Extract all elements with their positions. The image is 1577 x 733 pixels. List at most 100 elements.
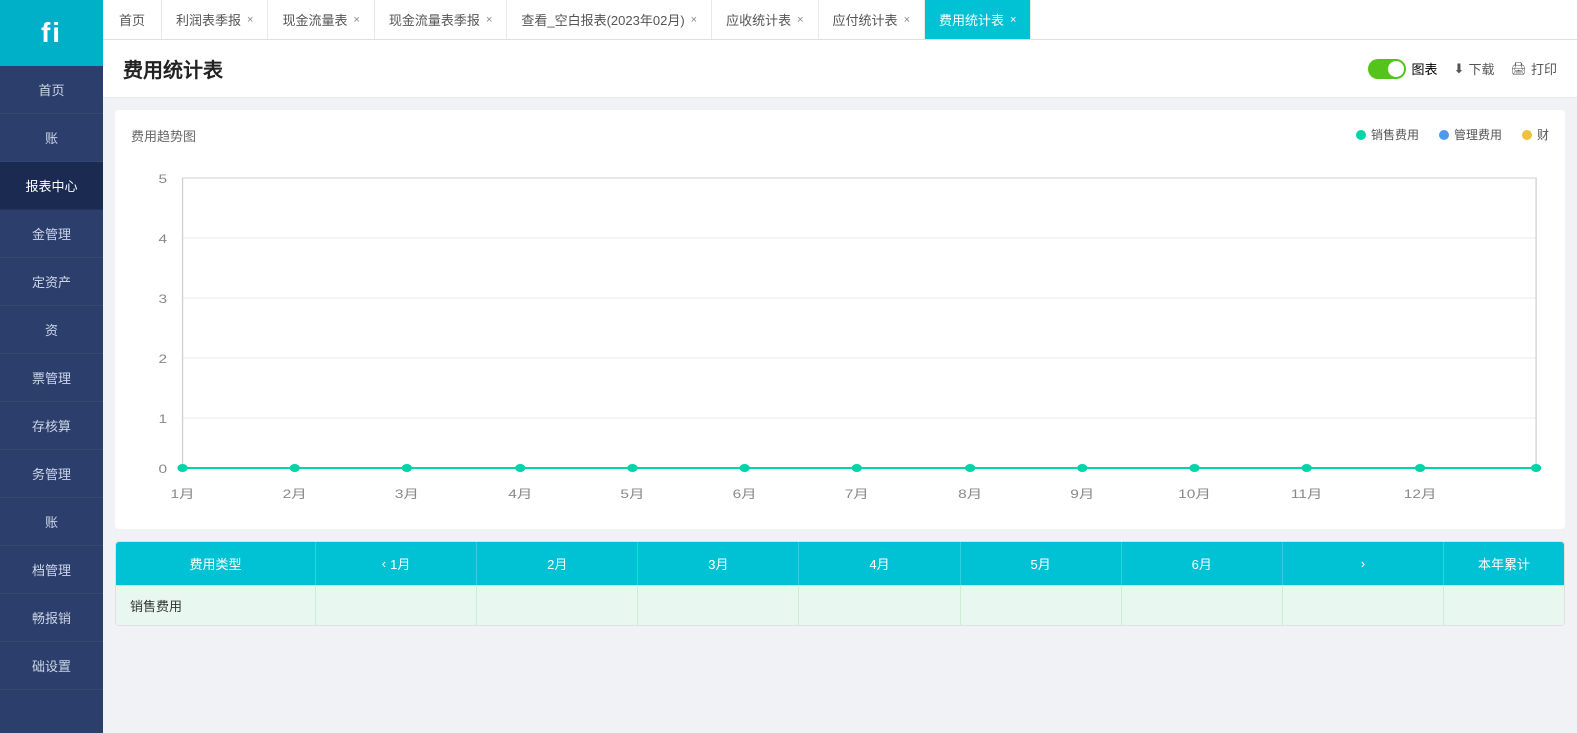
table-cell-m6 bbox=[1122, 586, 1283, 625]
table-cell-m3 bbox=[638, 586, 799, 625]
sidebar-item-expense[interactable]: 畅报销 bbox=[0, 594, 103, 642]
table-cell-m5 bbox=[961, 586, 1122, 625]
table-header-nav-left[interactable]: ‹ 1月 bbox=[316, 542, 477, 585]
table-header-month6: 6月 bbox=[1122, 542, 1283, 585]
svg-text:10月: 10月 bbox=[1178, 487, 1211, 501]
svg-text:1: 1 bbox=[158, 412, 167, 426]
close-tab-blank-report[interactable]: × bbox=[691, 14, 697, 26]
svg-text:5: 5 bbox=[158, 172, 167, 186]
sidebar-item-archive[interactable]: 档管理 bbox=[0, 546, 103, 594]
close-tab-cashflow-quarter[interactable]: × bbox=[486, 14, 492, 26]
legend-dot-finance bbox=[1522, 130, 1532, 140]
tab-receivable[interactable]: 应收统计表 × bbox=[712, 0, 818, 40]
tab-expense-stats[interactable]: 费用统计表 × bbox=[925, 0, 1031, 40]
print-button[interactable]: 🖨 打印 bbox=[1510, 59, 1557, 78]
prev-page-icon[interactable]: ‹ bbox=[382, 556, 386, 571]
svg-text:0: 0 bbox=[158, 462, 167, 476]
page-header: 费用统计表 图表 ⬇ 下载 🖨 打印 bbox=[103, 40, 1577, 98]
sidebar: fi 首页 账 报表中心 金管理 定资产 资 票管理 存核算 务管理 账 档管理… bbox=[0, 0, 103, 733]
close-tab-cashflow[interactable]: × bbox=[353, 14, 359, 26]
main-area: 首页 利润表季报 × 现金流量表 × 现金流量表季报 × 查看_空白报表(202… bbox=[103, 0, 1577, 733]
print-icon: 🖨 bbox=[1510, 61, 1527, 77]
svg-text:4月: 4月 bbox=[508, 487, 532, 501]
svg-text:4: 4 bbox=[158, 232, 167, 246]
svg-text:3月: 3月 bbox=[395, 487, 419, 501]
legend-admin: 管理费用 bbox=[1439, 126, 1502, 143]
chart-toggle[interactable] bbox=[1368, 59, 1406, 79]
sidebar-item-cash[interactable]: 金管理 bbox=[0, 210, 103, 258]
close-tab-payable[interactable]: × bbox=[904, 14, 910, 26]
tab-home[interactable]: 首页 bbox=[103, 0, 162, 40]
chart-legend: 销售费用 管理费用 财 bbox=[1356, 126, 1549, 143]
sidebar-item-assets[interactable]: 定资产 bbox=[0, 258, 103, 306]
header-actions: 图表 ⬇ 下载 🖨 打印 bbox=[1368, 59, 1557, 79]
chart-toggle-label: 图表 bbox=[1412, 59, 1438, 78]
tab-blank-report[interactable]: 查看_空白报表(2023年02月) × bbox=[507, 0, 712, 40]
sidebar-item-account[interactable]: 账 bbox=[0, 114, 103, 162]
svg-text:12月: 12月 bbox=[1404, 487, 1437, 501]
chart-title: 费用趋势图 bbox=[131, 126, 196, 145]
table-header-month5: 5月 bbox=[961, 542, 1122, 585]
legend-finance: 财 bbox=[1522, 126, 1549, 143]
table-header: 费用类型 ‹ 1月 2月 3月 4月 5月 6月 › 本年累计 bbox=[116, 542, 1564, 585]
chart-toggle-wrap: 图表 bbox=[1368, 59, 1438, 79]
table-header-month3: 3月 bbox=[638, 542, 799, 585]
legend-label-sales: 销售费用 bbox=[1371, 126, 1419, 143]
download-icon: ⬇ bbox=[1454, 61, 1465, 77]
sidebar-item-capital[interactable]: 资 bbox=[0, 306, 103, 354]
page-title: 费用统计表 bbox=[123, 54, 223, 83]
table-header-month2: 2月 bbox=[477, 542, 638, 585]
chart-area: 5 4 3 2 1 0 bbox=[131, 153, 1549, 513]
print-label: 打印 bbox=[1531, 59, 1557, 78]
legend-dot-sales bbox=[1356, 130, 1366, 140]
svg-text:2: 2 bbox=[158, 352, 167, 366]
sidebar-item-home[interactable]: 首页 bbox=[0, 66, 103, 114]
svg-text:5月: 5月 bbox=[620, 487, 644, 501]
table-cell-m4 bbox=[799, 586, 960, 625]
data-table-section: 费用类型 ‹ 1月 2月 3月 4月 5月 6月 › 本年累计 销售费用 bbox=[115, 541, 1565, 626]
legend-label-admin: 管理费用 bbox=[1454, 126, 1502, 143]
table-cell-m2 bbox=[477, 586, 638, 625]
sidebar-item-ledger[interactable]: 账 bbox=[0, 498, 103, 546]
next-page-icon[interactable]: › bbox=[1361, 556, 1365, 571]
table-cell-m1 bbox=[316, 586, 477, 625]
table-header-nav-right[interactable]: › bbox=[1283, 542, 1444, 585]
month-1-header: 1月 bbox=[390, 554, 410, 573]
legend-label-finance: 财 bbox=[1537, 126, 1549, 143]
svg-text:7月: 7月 bbox=[845, 487, 869, 501]
table-row-sales: 销售费用 bbox=[116, 585, 1564, 625]
svg-text:11月: 11月 bbox=[1291, 487, 1322, 501]
content-area: 费用统计表 图表 ⬇ 下载 🖨 打印 费用趋势图 bbox=[103, 40, 1577, 733]
sidebar-item-reports[interactable]: 报表中心 bbox=[0, 162, 103, 210]
table-cell-placeholder bbox=[1283, 586, 1444, 625]
close-tab-profit-quarter[interactable]: × bbox=[247, 14, 253, 26]
table-cell-type: 销售费用 bbox=[116, 586, 316, 625]
download-label: 下载 bbox=[1468, 59, 1494, 78]
tab-cashflow-quarter[interactable]: 现金流量表季报 × bbox=[375, 0, 507, 40]
table-header-month4: 4月 bbox=[799, 542, 960, 585]
legend-sales: 销售费用 bbox=[1356, 126, 1419, 143]
table-cell-total bbox=[1444, 586, 1564, 625]
sidebar-item-settings[interactable]: 础设置 bbox=[0, 642, 103, 690]
close-tab-expense-stats[interactable]: × bbox=[1010, 14, 1016, 26]
sidebar-item-inventory[interactable]: 存核算 bbox=[0, 402, 103, 450]
chart-svg: 5 4 3 2 1 0 bbox=[131, 153, 1549, 513]
svg-text:1月: 1月 bbox=[171, 487, 195, 501]
svg-text:8月: 8月 bbox=[958, 487, 982, 501]
chart-section: 费用趋势图 销售费用 管理费用 财 bbox=[115, 110, 1565, 529]
svg-text:9月: 9月 bbox=[1070, 487, 1094, 501]
sidebar-item-invoice[interactable]: 票管理 bbox=[0, 354, 103, 402]
sidebar-item-service[interactable]: 务管理 bbox=[0, 450, 103, 498]
tab-cashflow[interactable]: 现金流量表 × bbox=[268, 0, 374, 40]
table-header-type: 费用类型 bbox=[116, 542, 316, 585]
legend-dot-admin bbox=[1439, 130, 1449, 140]
download-button[interactable]: ⬇ 下载 bbox=[1454, 59, 1495, 78]
table-header-total: 本年累计 bbox=[1444, 542, 1564, 585]
svg-text:2月: 2月 bbox=[283, 487, 307, 501]
svg-text:6月: 6月 bbox=[733, 487, 757, 501]
tab-profit-quarter[interactable]: 利润表季报 × bbox=[162, 0, 268, 40]
sidebar-logo: fi bbox=[0, 0, 103, 66]
tab-payable[interactable]: 应付统计表 × bbox=[819, 0, 925, 40]
tab-bar: 首页 利润表季报 × 现金流量表 × 现金流量表季报 × 查看_空白报表(202… bbox=[103, 0, 1577, 40]
close-tab-receivable[interactable]: × bbox=[797, 14, 803, 26]
